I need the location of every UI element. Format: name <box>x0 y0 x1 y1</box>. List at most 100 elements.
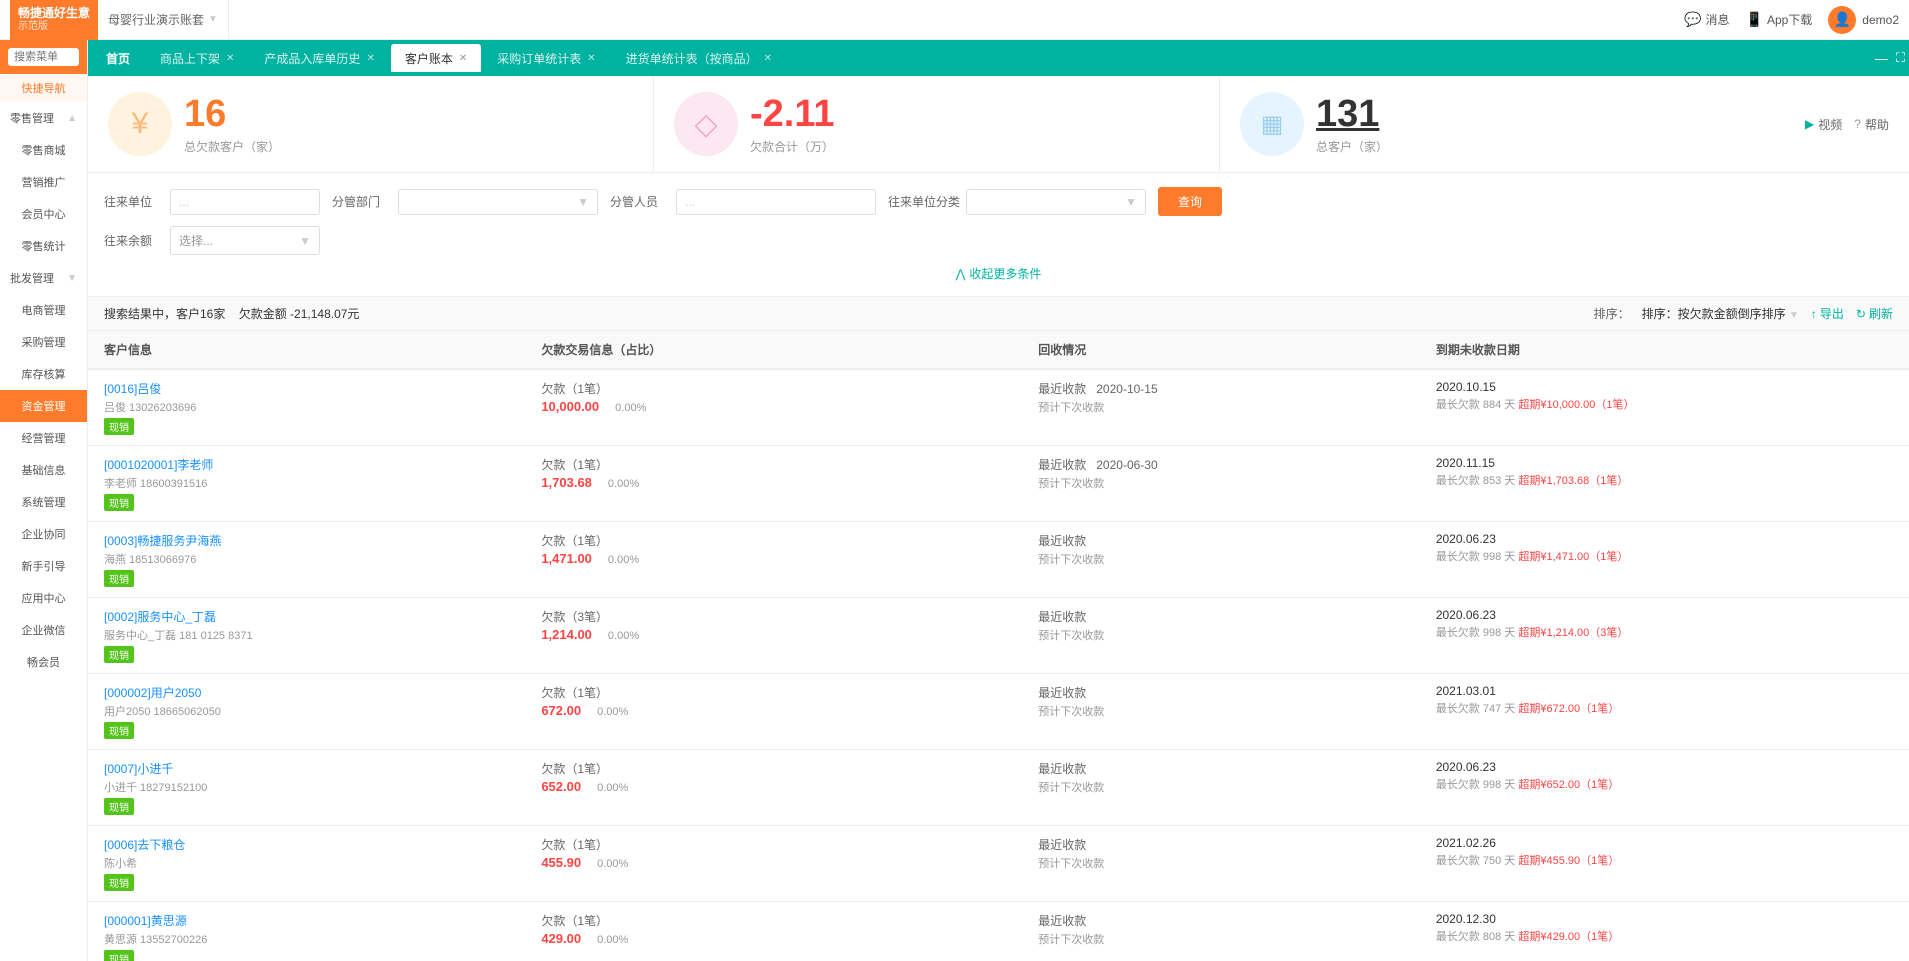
due-days-5: 最长欠款 747 天 超期¥672.00（1笔） <box>1436 700 1893 716</box>
user-info[interactable]: 👤 demo2 <box>1828 6 1899 34</box>
customer-tag-1: 现销 <box>104 418 134 435</box>
table-row: [0003]畅捷服务尹海燕 海燕 18513066976 现销 欠款（1笔） 1… <box>88 522 1909 598</box>
export-button[interactable]: ↑ 导出 <box>1811 305 1844 322</box>
debt-row-5: 672.00 0.00% <box>541 701 1038 718</box>
tab-customer-account[interactable]: 客户账本 ✕ <box>391 44 481 72</box>
sidebar-item-member[interactable]: 会员中心 <box>0 198 87 230</box>
debt-percent-2: 0.00% <box>608 478 639 490</box>
repay-next-2: 预计下次收款 <box>1038 475 1436 491</box>
debt-count-2: 欠款（1笔） <box>541 456 1038 473</box>
sidebar: 快捷导航 零售管理 ▲ 零售商城 营销推广 会员中心 零售统计 批发管理 ▼ <box>0 40 88 961</box>
tab-minimize-icon[interactable]: — <box>1875 51 1888 66</box>
overdue-link-2[interactable]: 超期¥1,703.68（1笔） <box>1518 475 1628 487</box>
table-row: [0016]吕俊 吕俊 13026203696 现销 欠款（1笔） 10,000… <box>88 370 1909 446</box>
overdue-link-7[interactable]: 超期¥455.90（1笔） <box>1518 855 1619 867</box>
due-cell-7: 2021.02.26 最长欠款 750 天 超期¥455.90（1笔） <box>1436 836 1893 868</box>
repay-date-8: 最近收款 <box>1038 912 1436 929</box>
sidebar-item-app-center[interactable]: 应用中心 <box>0 582 87 614</box>
help-link[interactable]: ? 帮助 <box>1854 116 1889 133</box>
overdue-link-8[interactable]: 超期¥429.00（1笔） <box>1518 931 1619 943</box>
top-bar: 畅捷通好生意 示范版 母婴行业演示账套 ▼ 💬 消息 📱 App下载 👤 dem… <box>0 0 1909 40</box>
customer-name-link-2[interactable]: [0001020001]李老师 <box>104 456 541 473</box>
customer-phone-6: 小进千 18279152100 <box>104 779 541 795</box>
sidebar-item-purchase[interactable]: 采购管理 <box>0 326 87 358</box>
search-button[interactable]: 查询 <box>1158 187 1222 216</box>
results-bar: 搜索结果中，客户16家 欠款金额 -21,148.07元 排序： 排序：按欠款金… <box>88 297 1909 331</box>
filter-source-unit-input[interactable]: ... <box>170 189 320 215</box>
customer-phone-1: 吕俊 13026203696 <box>104 399 541 415</box>
due-cell-5: 2021.03.01 最长欠款 747 天 超期¥672.00（1笔） <box>1436 684 1893 716</box>
overdue-link-4[interactable]: 超期¥1,214.00（3笔） <box>1518 627 1628 639</box>
customer-phone-7: 陈小希 <box>104 855 541 871</box>
customer-name-link-3[interactable]: [0003]畅捷服务尹海燕 <box>104 532 541 549</box>
customer-name-link-7[interactable]: [0006]去下粮仓 <box>104 836 541 853</box>
filter-manager-input[interactable]: ... <box>676 189 876 215</box>
tab-production-history[interactable]: 产成品入库单历史 ✕ <box>250 44 388 72</box>
sidebar-item-retail-mgmt[interactable]: 零售管理 ▲ <box>0 102 87 134</box>
sidebar-item-finance[interactable]: 资金管理 <box>0 390 87 422</box>
filter-dept-select[interactable]: ▼ <box>398 189 598 215</box>
sidebar-item-basic-info[interactable]: 基础信息 <box>0 454 87 486</box>
tab-close-production-history[interactable]: ✕ <box>366 53 374 64</box>
sidebar-item-enterprise-collab[interactable]: 企业协同 <box>0 518 87 550</box>
debt-row-1: 10,000.00 0.00% <box>541 397 1038 414</box>
stat-help-area: ▶ 视频 ? 帮助 <box>1785 76 1909 172</box>
sidebar-item-new-guide[interactable]: 新手引导 <box>0 550 87 582</box>
sidebar-item-marketing[interactable]: 营销推广 <box>0 166 87 198</box>
filter-balance-select[interactable]: 选择... ▼ <box>170 226 320 255</box>
sort-select[interactable]: 排序：按欠款金额倒序排序 ▼ <box>1642 305 1799 322</box>
tab-close-purchase-summary[interactable]: ✕ <box>587 53 595 64</box>
tab-close-product-offline[interactable]: ✕ <box>226 53 234 64</box>
video-help-link[interactable]: ▶ 视频 <box>1805 116 1842 133</box>
sidebar-item-retail-stats[interactable]: 零售统计 <box>0 230 87 262</box>
sidebar-item-retail-store[interactable]: 零售商城 <box>0 134 87 166</box>
overdue-link-1[interactable]: 超期¥10,000.00（1笔） <box>1518 399 1634 411</box>
tab-purchase-summary[interactable]: 采购订单统计表 ✕ <box>483 44 609 72</box>
due-cell-3: 2020.06.23 最长欠款 998 天 超期¥1,471.00（1笔） <box>1436 532 1893 564</box>
avatar: 👤 <box>1828 6 1856 34</box>
tab-instock-summary[interactable]: 进货单统计表（按商品） ✕ <box>612 44 786 72</box>
tab-product-offline[interactable]: 商品上下架 ✕ <box>146 44 248 72</box>
overdue-link-6[interactable]: 超期¥652.00（1笔） <box>1518 779 1619 791</box>
overdue-link-5[interactable]: 超期¥672.00（1笔） <box>1518 703 1619 715</box>
repay-cell-1: 最近收款 2020-10-15 预计下次收款 <box>1038 380 1436 415</box>
tab-home[interactable]: 首页 <box>92 44 144 72</box>
due-cell-8: 2020.12.30 最长欠款 808 天 超期¥429.00（1笔） <box>1436 912 1893 944</box>
tab-maximize-icon[interactable]: ⛶ <box>1896 50 1905 66</box>
collapse-button[interactable]: ⋀ 收起更多条件 <box>104 265 1893 282</box>
sidebar-item-vip-member[interactable]: 畅会员 <box>0 646 87 678</box>
sidebar-item-batch-mgmt[interactable]: 批发管理 ▼ <box>0 262 87 294</box>
sidebar-item-enterprise-wechat[interactable]: 企业微信 <box>0 614 87 646</box>
overdue-link-3[interactable]: 超期¥1,471.00（1笔） <box>1518 551 1628 563</box>
refresh-button[interactable]: ↻ 刷新 <box>1856 305 1893 322</box>
sidebar-item-system[interactable]: 系统管理 <box>0 486 87 518</box>
debt-row-8: 429.00 0.00% <box>541 929 1038 946</box>
message-button[interactable]: 💬 消息 <box>1684 11 1729 28</box>
sidebar-item-ecommerce[interactable]: 电商管理 <box>0 294 87 326</box>
repay-date-4: 最近收款 <box>1038 608 1436 625</box>
customer-name-link-6[interactable]: [0007]小进千 <box>104 760 541 777</box>
customer-tag-6: 现销 <box>104 798 134 815</box>
company-selector[interactable]: 母婴行业演示账套 ▼ <box>98 0 229 40</box>
customer-name-link-1[interactable]: [0016]吕俊 <box>104 380 541 397</box>
filter-unit-category-select[interactable]: ▼ <box>966 189 1146 215</box>
sidebar-item-operations[interactable]: 经营管理 <box>0 422 87 454</box>
due-date-2: 2020.11.15 <box>1436 456 1893 470</box>
tab-close-customer-account[interactable]: ✕ <box>459 53 467 64</box>
app-download-button[interactable]: 📱 App下载 <box>1746 11 1813 28</box>
search-input[interactable] <box>8 48 79 66</box>
due-date-6: 2020.06.23 <box>1436 760 1893 774</box>
sidebar-item-inventory[interactable]: 库存核算 <box>0 358 87 390</box>
main-layout: 快捷导航 零售管理 ▲ 零售商城 营销推广 会员中心 零售统计 批发管理 ▼ <box>0 40 1909 961</box>
customer-name-link-8[interactable]: [000001]黄思源 <box>104 912 541 929</box>
export-icon: ↑ <box>1811 307 1817 321</box>
due-cell-2: 2020.11.15 最长欠款 853 天 超期¥1,703.68（1笔） <box>1436 456 1893 488</box>
main-content: ¥ 16 总欠款客户（家） ◇ -2.11 欠款合计（万） <box>88 76 1909 961</box>
debt-count-5: 欠款（1笔） <box>541 684 1038 701</box>
repay-next-7: 预计下次收款 <box>1038 855 1436 871</box>
debt-percent-4: 0.00% <box>608 630 639 642</box>
customer-name-link-5[interactable]: [000002]用户2050 <box>104 684 541 701</box>
stat-label-debt-total: 欠款合计（万） <box>750 138 835 155</box>
tab-close-instock-summary[interactable]: ✕ <box>764 53 772 64</box>
customer-name-link-4[interactable]: [0002]服务中心_丁磊 <box>104 608 541 625</box>
